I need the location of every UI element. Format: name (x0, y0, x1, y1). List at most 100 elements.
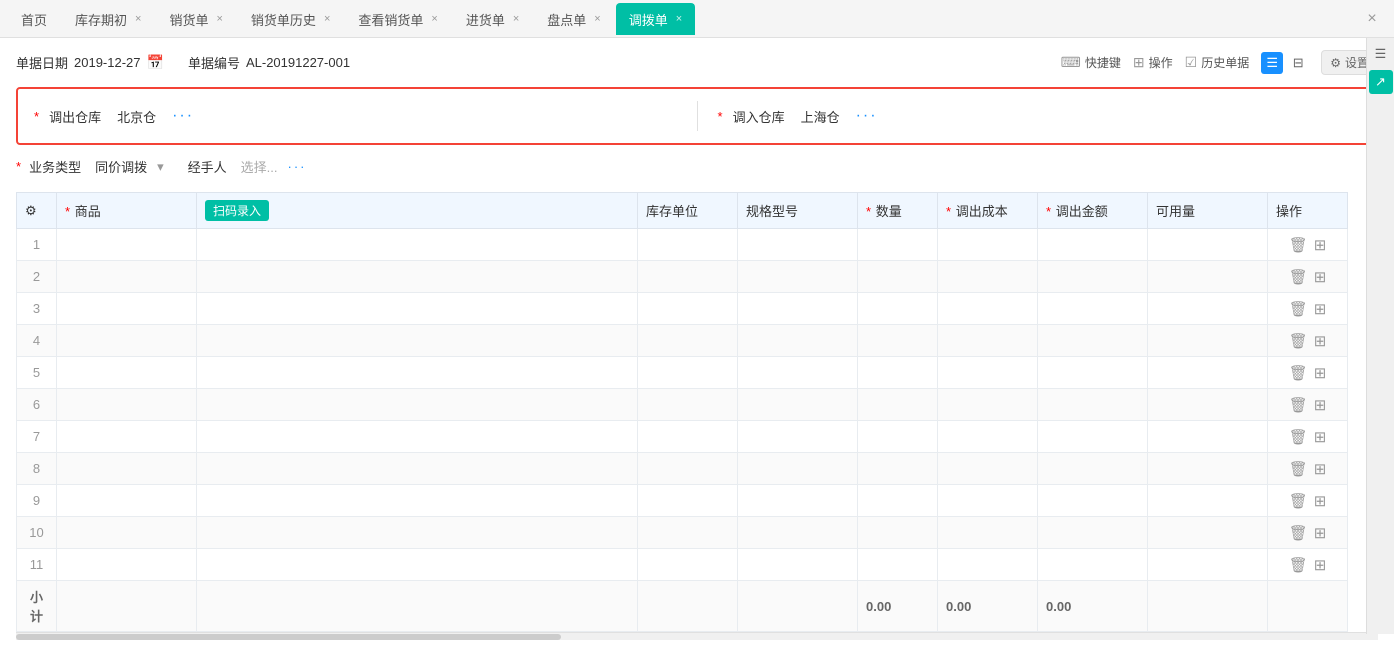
cell-cost-10[interactable] (938, 517, 1038, 549)
delete-icon-11[interactable]: 🗑 (1289, 556, 1308, 574)
warehouse-in-value[interactable]: 上海仓 (801, 107, 840, 126)
delete-icon-2[interactable]: 🗑 (1289, 268, 1308, 286)
copy-icon-4[interactable]: ⊞ (1314, 332, 1327, 350)
cell-cost-11[interactable] (938, 549, 1038, 581)
cell-qty-3[interactable] (858, 293, 938, 325)
cell-amount-1[interactable] (1038, 229, 1148, 261)
sidebar-export-icon[interactable]: ↗ (1369, 70, 1393, 94)
copy-icon-3[interactable]: ⊞ (1314, 300, 1327, 318)
cell-product-8[interactable] (57, 453, 197, 485)
cell-qty-11[interactable] (858, 549, 938, 581)
cell-cost-5[interactable] (938, 357, 1038, 389)
cell-cost-8[interactable] (938, 453, 1038, 485)
cell-qty-2[interactable] (858, 261, 938, 293)
cell-amount-11[interactable] (1038, 549, 1148, 581)
copy-icon-6[interactable]: ⊞ (1314, 396, 1327, 414)
cell-cost-4[interactable] (938, 325, 1038, 357)
cell-qty-8[interactable] (858, 453, 938, 485)
copy-icon-10[interactable]: ⊞ (1314, 524, 1327, 542)
cell-cost-2[interactable] (938, 261, 1038, 293)
cell-amount-7[interactable] (1038, 421, 1148, 453)
cell-cost-6[interactable] (938, 389, 1038, 421)
tab-home[interactable]: 首页 (8, 3, 60, 35)
sidebar-list-icon[interactable]: ☰ (1369, 42, 1393, 66)
copy-icon-2[interactable]: ⊞ (1314, 268, 1327, 286)
cell-qty-9[interactable] (858, 485, 938, 517)
delete-icon-5[interactable]: 🗑 (1289, 364, 1308, 382)
cell-amount-2[interactable] (1038, 261, 1148, 293)
cell-amount-10[interactable] (1038, 517, 1148, 549)
calendar-icon[interactable]: 📅 (147, 54, 164, 71)
warehouse-out-more-button[interactable]: ··· (172, 107, 194, 125)
cell-amount-9[interactable] (1038, 485, 1148, 517)
copy-icon-8[interactable]: ⊞ (1314, 460, 1327, 478)
cell-cost-7[interactable] (938, 421, 1038, 453)
tab-stocktake[interactable]: 盘点单 × (534, 3, 613, 35)
copy-icon-9[interactable]: ⊞ (1314, 492, 1327, 510)
cell-qty-1[interactable] (858, 229, 938, 261)
th-gear[interactable]: ⚙ (17, 193, 57, 229)
cell-product-6[interactable] (57, 389, 197, 421)
copy-icon-1[interactable]: ⊞ (1314, 236, 1327, 254)
cell-cost-9[interactable] (938, 485, 1038, 517)
cell-qty-4[interactable] (858, 325, 938, 357)
tab-view-sales-close[interactable]: × (431, 13, 437, 25)
cell-product-3[interactable] (57, 293, 197, 325)
business-type-value[interactable]: 同价调拨 (95, 157, 147, 176)
business-type-dropdown-icon[interactable]: ▾ (157, 159, 164, 175)
window-close-button[interactable]: × (1358, 5, 1386, 33)
cell-product-7[interactable] (57, 421, 197, 453)
tab-purchase-order[interactable]: 进货单 × (453, 3, 532, 35)
copy-icon-11[interactable]: ⊞ (1314, 556, 1327, 574)
delete-icon-3[interactable]: 🗑 (1289, 300, 1308, 318)
history-button[interactable]: ☑ 历史单据 (1185, 54, 1250, 71)
tab-sales-order[interactable]: 销货单 × (156, 3, 235, 35)
cell-product-2[interactable] (57, 261, 197, 293)
cell-qty-5[interactable] (858, 357, 938, 389)
scrollbar-thumb[interactable] (16, 634, 561, 640)
cell-product-10[interactable] (57, 517, 197, 549)
delete-icon-9[interactable]: 🗑 (1289, 492, 1308, 510)
tab-stocktake-close[interactable]: × (594, 13, 600, 25)
cell-amount-6[interactable] (1038, 389, 1148, 421)
warehouse-in-more-button[interactable]: ··· (856, 107, 878, 125)
cell-product-4[interactable] (57, 325, 197, 357)
cell-amount-4[interactable] (1038, 325, 1148, 357)
delete-icon-8[interactable]: 🗑 (1289, 460, 1308, 478)
cell-qty-6[interactable] (858, 389, 938, 421)
cell-qty-7[interactable] (858, 421, 938, 453)
cell-product-9[interactable] (57, 485, 197, 517)
date-value[interactable]: 2019-12-27 (74, 55, 141, 70)
delete-icon-6[interactable]: 🗑 (1289, 396, 1308, 414)
cell-cost-1[interactable] (938, 229, 1038, 261)
tab-sales-history[interactable]: 销货单历史 × (238, 3, 343, 35)
delete-icon-10[interactable]: 🗑 (1289, 524, 1308, 542)
tab-inventory-init-close[interactable]: × (135, 13, 141, 25)
tab-view-sales[interactable]: 查看销货单 × (345, 3, 450, 35)
cell-amount-8[interactable] (1038, 453, 1148, 485)
operator-more-button[interactable]: ··· (287, 159, 306, 174)
grid-view-button[interactable]: ⊟ (1287, 52, 1309, 74)
warehouse-out-value[interactable]: 北京仓 (117, 107, 156, 126)
copy-icon-7[interactable]: ⊞ (1314, 428, 1327, 446)
tab-transfer-close[interactable]: × (676, 13, 682, 25)
scan-button[interactable]: 扫码录入 (205, 200, 269, 221)
operator-value[interactable]: 选择... (241, 157, 278, 176)
horizontal-scrollbar[interactable] (16, 632, 1378, 640)
delete-icon-1[interactable]: 🗑 (1289, 236, 1308, 254)
cell-cost-3[interactable] (938, 293, 1038, 325)
operations-button[interactable]: ⊞ 操作 (1133, 54, 1173, 71)
cell-amount-5[interactable] (1038, 357, 1148, 389)
tab-transfer[interactable]: 调拨单 × (616, 3, 695, 35)
cell-qty-10[interactable] (858, 517, 938, 549)
cell-product-1[interactable] (57, 229, 197, 261)
cell-product-11[interactable] (57, 549, 197, 581)
delete-icon-4[interactable]: 🗑 (1289, 332, 1308, 350)
list-view-button[interactable]: ☰ (1261, 52, 1283, 74)
tab-inventory-init[interactable]: 库存期初 × (62, 3, 154, 35)
shortcuts-button[interactable]: ⌨ 快捷键 (1061, 54, 1121, 71)
tab-purchase-order-close[interactable]: × (513, 13, 519, 25)
cell-amount-3[interactable] (1038, 293, 1148, 325)
delete-icon-7[interactable]: 🗑 (1289, 428, 1308, 446)
cell-product-5[interactable] (57, 357, 197, 389)
